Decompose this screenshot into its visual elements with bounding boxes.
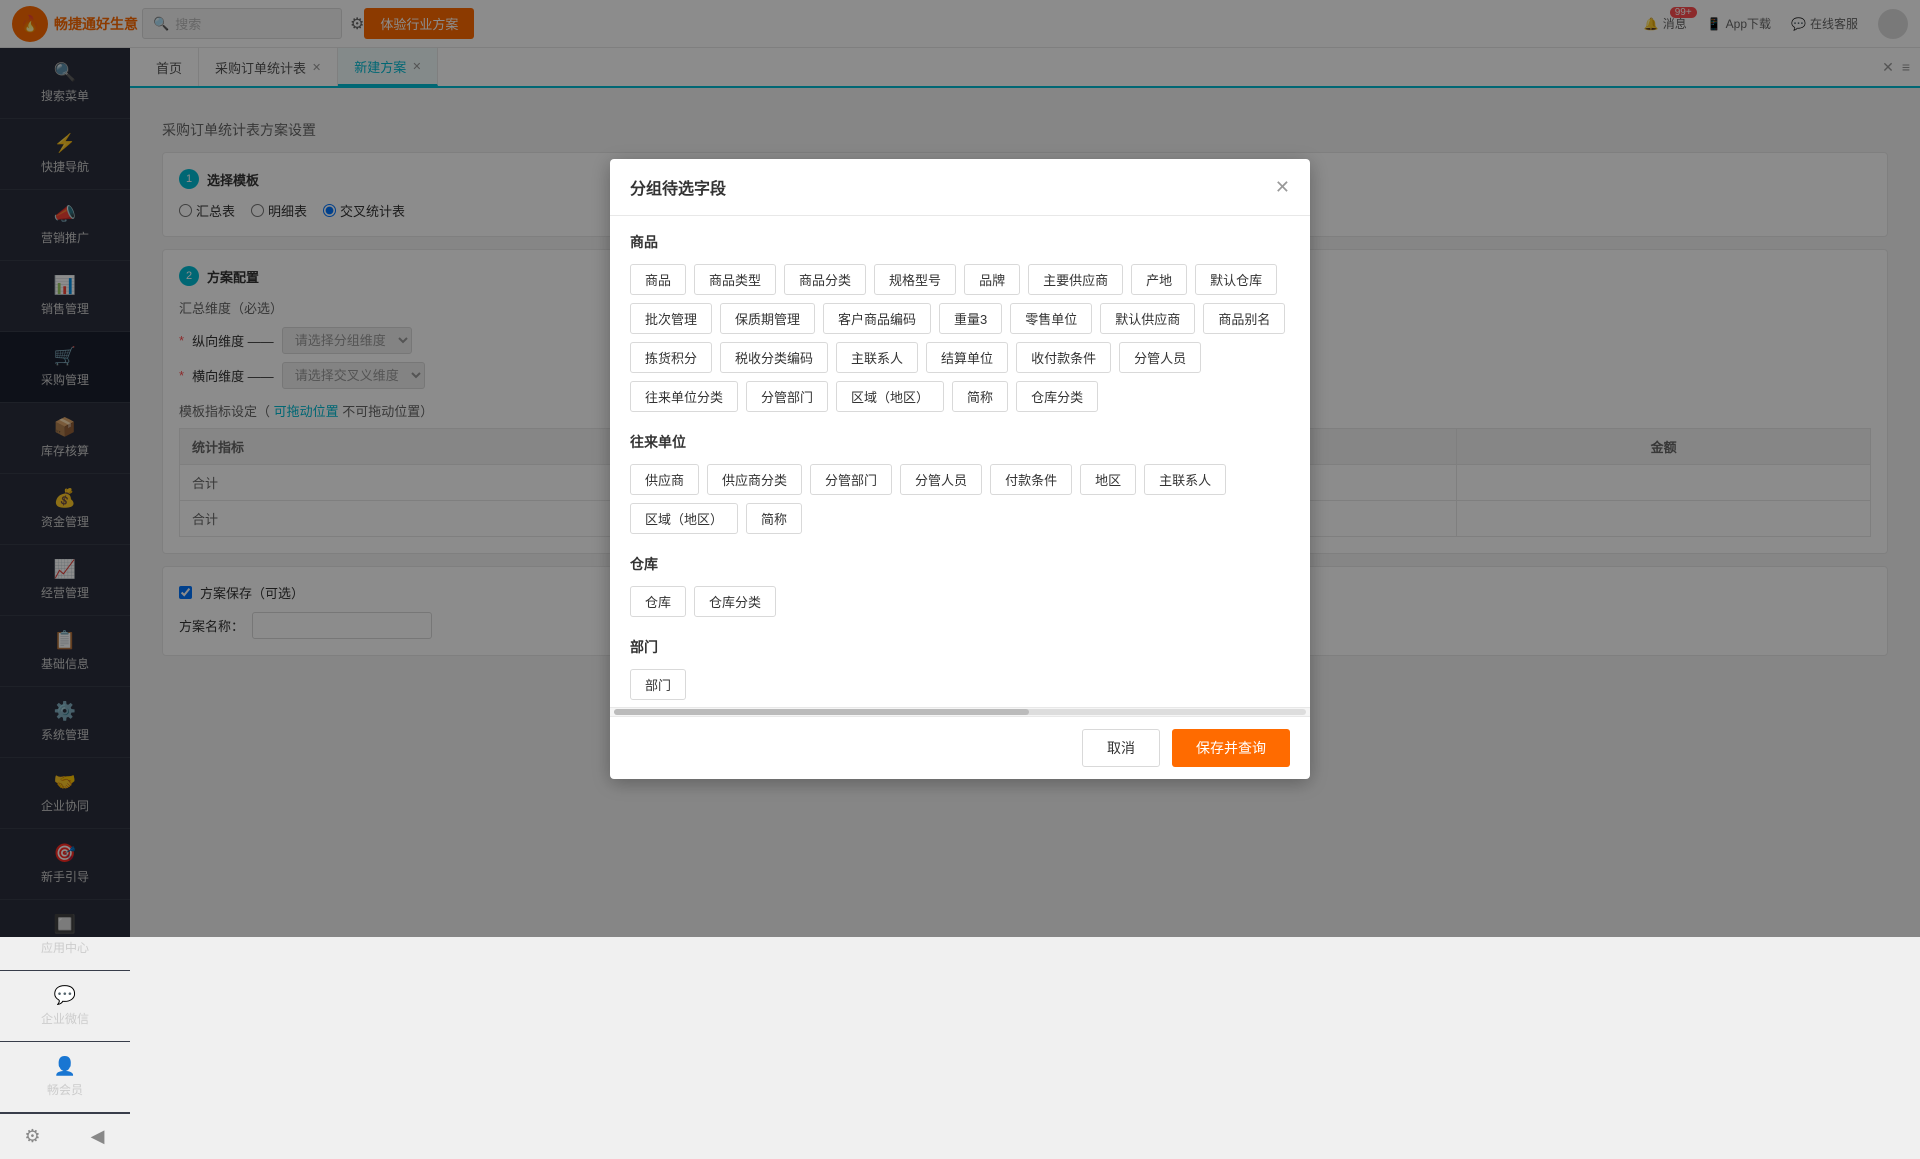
sidebar-collapse-icon[interactable]: ◀	[65, 1114, 130, 1159]
modal-confirm-button[interactable]: 保存并查询	[1172, 729, 1290, 767]
field-tag-expiry-mgmt[interactable]: 保质期管理	[720, 303, 815, 334]
field-tag-supervisor[interactable]: 分管人员	[1119, 342, 1201, 373]
field-tag-partner-contact[interactable]: 主联系人	[1144, 464, 1226, 495]
sidebar-bottom: ⚙ ◀	[0, 1113, 130, 1159]
field-tag-partner-dept[interactable]: 分管部门	[810, 464, 892, 495]
field-tag-brand[interactable]: 品牌	[964, 264, 1020, 295]
field-tag-warehouse[interactable]: 仓库	[630, 586, 686, 617]
modal-header: 分组待选字段 ✕	[610, 159, 1310, 216]
modal-body: 商品 商品 商品类型 商品分类 规格型号 品牌 主要供应商 产地 默认仓库 批次…	[610, 216, 1310, 708]
field-tag-weight3[interactable]: 重量3	[939, 303, 1002, 334]
field-tag-supplier-category[interactable]: 供应商分类	[707, 464, 802, 495]
section-partner: 往来单位 供应商 供应商分类 分管部门 分管人员 付款条件 地区 主联系人 区域…	[630, 432, 1290, 534]
section-dept-tags: 部门	[630, 669, 1290, 700]
section-goods-tags: 商品 商品类型 商品分类 规格型号 品牌 主要供应商 产地 默认仓库 批次管理 …	[630, 264, 1290, 412]
section-warehouse-title: 仓库	[630, 554, 1290, 574]
field-tag-partner-payment[interactable]: 付款条件	[990, 464, 1072, 495]
field-tag-origin[interactable]: 产地	[1131, 264, 1187, 295]
field-tag-tax-code[interactable]: 税收分类编码	[720, 342, 828, 373]
field-tag-short-name[interactable]: 简称	[952, 381, 1008, 412]
field-tag-goods-category[interactable]: 商品分类	[784, 264, 866, 295]
section-warehouse-tags: 仓库 仓库分类	[630, 586, 1290, 617]
field-tag-partner-area[interactable]: 区域（地区）	[630, 503, 738, 534]
modal-footer: 取消 保存并查询	[610, 716, 1310, 779]
field-tag-dept[interactable]: 分管部门	[746, 381, 828, 412]
field-tag-default-warehouse[interactable]: 默认仓库	[1195, 264, 1277, 295]
field-tag-goods-type[interactable]: 商品类型	[694, 264, 776, 295]
field-tag-partner-category[interactable]: 往来单位分类	[630, 381, 738, 412]
section-goods: 商品 商品 商品类型 商品分类 规格型号 品牌 主要供应商 产地 默认仓库 批次…	[630, 232, 1290, 412]
modal-cancel-button[interactable]: 取消	[1082, 729, 1160, 767]
field-tag-partner-region[interactable]: 地区	[1080, 464, 1136, 495]
field-tag-region[interactable]: 区域（地区）	[836, 381, 944, 412]
field-selection-modal: 分组待选字段 ✕ 商品 商品 商品类型 商品分类 规格型号 品牌 主要供应商 产…	[610, 159, 1310, 779]
section-partner-tags: 供应商 供应商分类 分管部门 分管人员 付款条件 地区 主联系人 区域（地区） …	[630, 464, 1290, 534]
field-tag-partner-supervisor[interactable]: 分管人员	[900, 464, 982, 495]
field-tag-partner-short[interactable]: 简称	[746, 503, 802, 534]
field-tag-pick-score[interactable]: 拣货积分	[630, 342, 712, 373]
scroll-thumb	[614, 709, 1029, 715]
section-partner-title: 往来单位	[630, 432, 1290, 452]
field-tag-warehouse-category[interactable]: 仓库分类	[1016, 381, 1098, 412]
field-tag-dept-name[interactable]: 部门	[630, 669, 686, 700]
modal-overlay: 分组待选字段 ✕ 商品 商品 商品类型 商品分类 规格型号 品牌 主要供应商 产…	[0, 0, 1920, 937]
field-tag-warehouse-cat[interactable]: 仓库分类	[694, 586, 776, 617]
member-icon: 👤	[54, 1056, 76, 1077]
section-goods-title: 商品	[630, 232, 1290, 252]
field-tag-batch-mgmt[interactable]: 批次管理	[630, 303, 712, 334]
field-tag-main-supplier[interactable]: 主要供应商	[1028, 264, 1123, 295]
sidebar-label-appcenter: 应用中心	[41, 939, 89, 956]
modal-title: 分组待选字段	[630, 175, 726, 199]
wxwork-icon: 💬	[54, 985, 76, 1006]
field-tag-payment-terms[interactable]: 收付款条件	[1016, 342, 1111, 373]
scroll-track	[614, 709, 1306, 715]
section-dept: 部门 部门	[630, 637, 1290, 700]
field-tag-supplier[interactable]: 供应商	[630, 464, 699, 495]
field-tag-goods[interactable]: 商品	[630, 264, 686, 295]
sidebar-label-member: 畅会员	[47, 1081, 83, 1098]
field-tag-retail-unit[interactable]: 零售单位	[1010, 303, 1092, 334]
field-tag-settle-unit[interactable]: 结算单位	[926, 342, 1008, 373]
field-tag-alias[interactable]: 商品别名	[1203, 303, 1285, 334]
sidebar-item-member[interactable]: 👤 畅会员	[0, 1042, 130, 1113]
sidebar-settings-icon[interactable]: ⚙	[0, 1114, 65, 1159]
section-warehouse: 仓库 仓库 仓库分类	[630, 554, 1290, 617]
modal-close-button[interactable]: ✕	[1275, 178, 1290, 196]
sidebar-item-wxwork[interactable]: 💬 企业微信	[0, 971, 130, 1042]
field-tag-main-contact[interactable]: 主联系人	[836, 342, 918, 373]
sidebar-label-wxwork: 企业微信	[41, 1010, 89, 1027]
field-tag-customer-sku[interactable]: 客户商品编码	[823, 303, 931, 334]
modal-scroll-bar[interactable]	[610, 707, 1310, 715]
field-tag-spec-model[interactable]: 规格型号	[874, 264, 956, 295]
field-tag-default-supplier[interactable]: 默认供应商	[1100, 303, 1195, 334]
section-dept-title: 部门	[630, 637, 1290, 657]
